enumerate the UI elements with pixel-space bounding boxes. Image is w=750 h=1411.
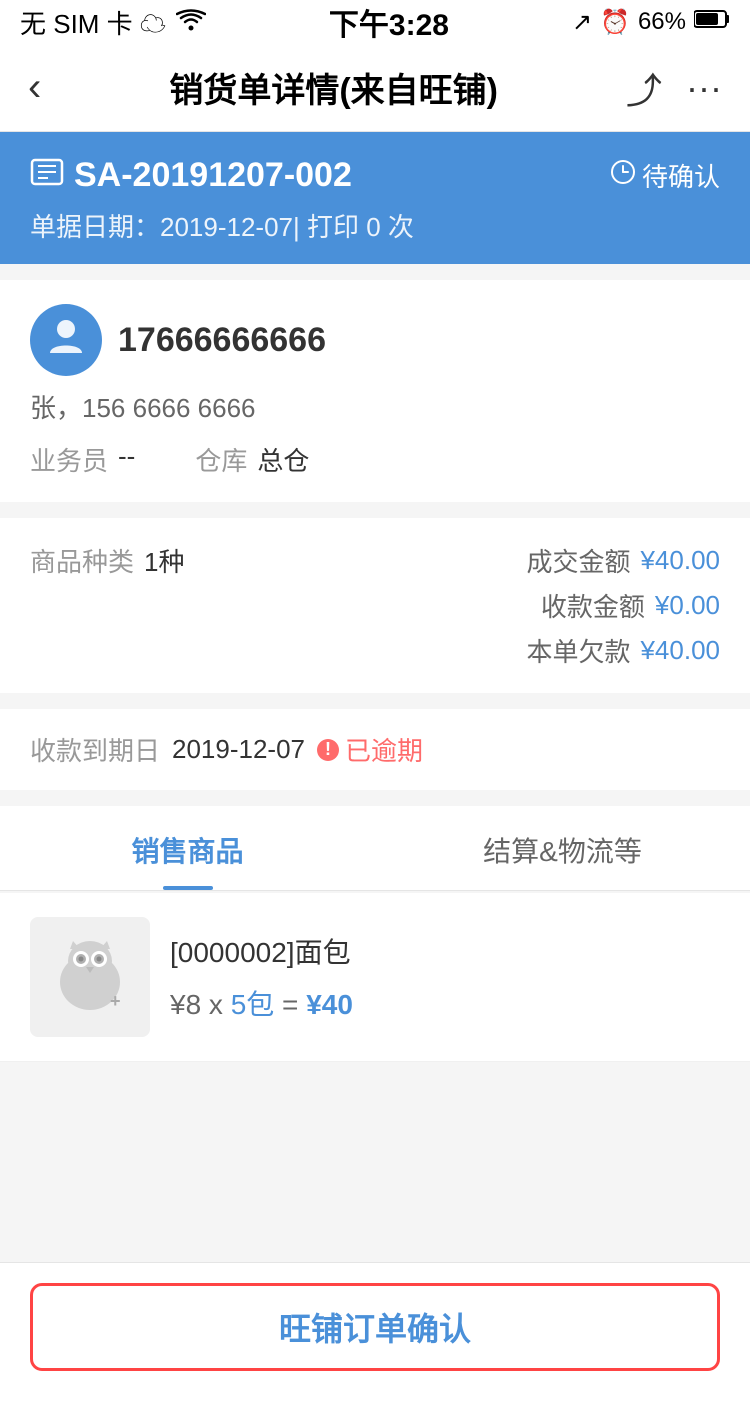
sales-value: -- [118, 441, 135, 478]
tab-underline [163, 886, 213, 890]
deal-value: ¥40.00 [640, 545, 720, 576]
customer-name: 张，156 6666 6666 [30, 388, 720, 425]
product-list: + [0000002]面包 ¥8 x 5包 = ¥40 [0, 893, 750, 1062]
status-bar: 无 SIM 卡 ☁ 下午3:28 ↗ ⏰ 66% [0, 0, 750, 44]
status-text: 待确认 [642, 157, 720, 194]
alarm-icon: ⏰ [600, 8, 630, 37]
svg-text:+: + [110, 991, 121, 1011]
overdue-text: 已逾期 [345, 731, 423, 768]
order-id: SA-20191207-002 [30, 156, 352, 195]
warehouse-label: 仓库 [195, 441, 247, 478]
product-qty: 5包 [231, 989, 275, 1020]
bottom-area: 旺铺订单确认 [0, 1262, 750, 1411]
overdue-badge: ! 已逾期 [317, 731, 423, 768]
product-image: + [40, 927, 140, 1027]
location-icon: ↗ [572, 8, 592, 37]
summary-card: 商品种类 1种 成交金额 ¥40.00 收款金额 ¥0.00 本单欠款 ¥40.… [0, 518, 750, 693]
overdue-dot-icon: ! [317, 739, 339, 761]
avatar [30, 304, 102, 376]
tabs-container: 销售商品 结算&物流等 [0, 806, 750, 891]
status-time: 下午3:28 [329, 0, 449, 44]
table-row: + [0000002]面包 ¥8 x 5包 = ¥40 [0, 893, 750, 1062]
empty-area [0, 1062, 750, 1262]
debt-value: ¥40.00 [640, 635, 720, 666]
product-total: ¥40 [306, 989, 353, 1020]
nav-bar: ‹ 销货单详情(来自旺铺) ⤴ ··· [0, 44, 750, 132]
tab-settlement[interactable]: 结算&物流等 [375, 806, 750, 890]
tab-sales-products[interactable]: 销售商品 [0, 806, 375, 890]
summary-amounts: 成交金额 ¥40.00 收款金额 ¥0.00 本单欠款 ¥40.00 [526, 542, 720, 669]
product-name: [0000002]面包 [170, 931, 353, 971]
due-label: 收款到期日 [30, 731, 160, 768]
product-price: ¥8 x 5包 = ¥40 [170, 983, 353, 1023]
order-icon [30, 156, 64, 195]
payment-label: 收款金额 [541, 587, 645, 624]
battery-icon [694, 8, 730, 36]
clock-icon [610, 159, 636, 192]
type-label: 商品种类 [30, 542, 134, 579]
status-right: ↗ ⏰ 66% [572, 8, 730, 37]
status-left: 无 SIM 卡 ☁ [20, 4, 206, 41]
sales-label: 业务员 [30, 441, 108, 478]
sim-text: 无 SIM 卡 ☁ [20, 4, 166, 41]
customer-card: 17666666666 张，156 6666 6666 业务员 -- 仓库 总仓 [0, 280, 750, 502]
battery-text: 66% [638, 8, 686, 36]
user-icon [46, 315, 86, 365]
product-thumbnail: + [30, 917, 150, 1037]
wifi-icon [176, 7, 206, 38]
order-status: 待确认 [610, 157, 720, 194]
debt-label: 本单欠款 [526, 632, 630, 669]
order-header: SA-20191207-002 待确认 单据日期：2019-12-07| 打印 … [0, 132, 750, 264]
order-date: 单据日期：2019-12-07| 打印 0 次 [30, 207, 720, 244]
confirm-order-button[interactable]: 旺铺订单确认 [30, 1283, 720, 1371]
warehouse-value: 总仓 [257, 441, 309, 478]
share-icon[interactable]: ⤴ [626, 62, 662, 114]
deal-label: 成交金额 [526, 542, 630, 579]
back-button[interactable]: ‹ [28, 65, 41, 110]
payment-value: ¥0.00 [655, 590, 720, 621]
nav-actions: ⤴ ··· [626, 62, 722, 114]
customer-meta: 业务员 -- 仓库 总仓 [30, 441, 720, 478]
more-icon[interactable]: ··· [686, 67, 722, 109]
due-date: 2019-12-07 [172, 734, 305, 765]
customer-phone: 17666666666 [118, 321, 326, 360]
page-title: 销货单详情(来自旺铺) [169, 63, 498, 112]
due-date-card: 收款到期日 2019-12-07 ! 已逾期 [0, 709, 750, 790]
type-value: 1种 [144, 542, 184, 579]
product-info: [0000002]面包 ¥8 x 5包 = ¥40 [170, 917, 353, 1037]
